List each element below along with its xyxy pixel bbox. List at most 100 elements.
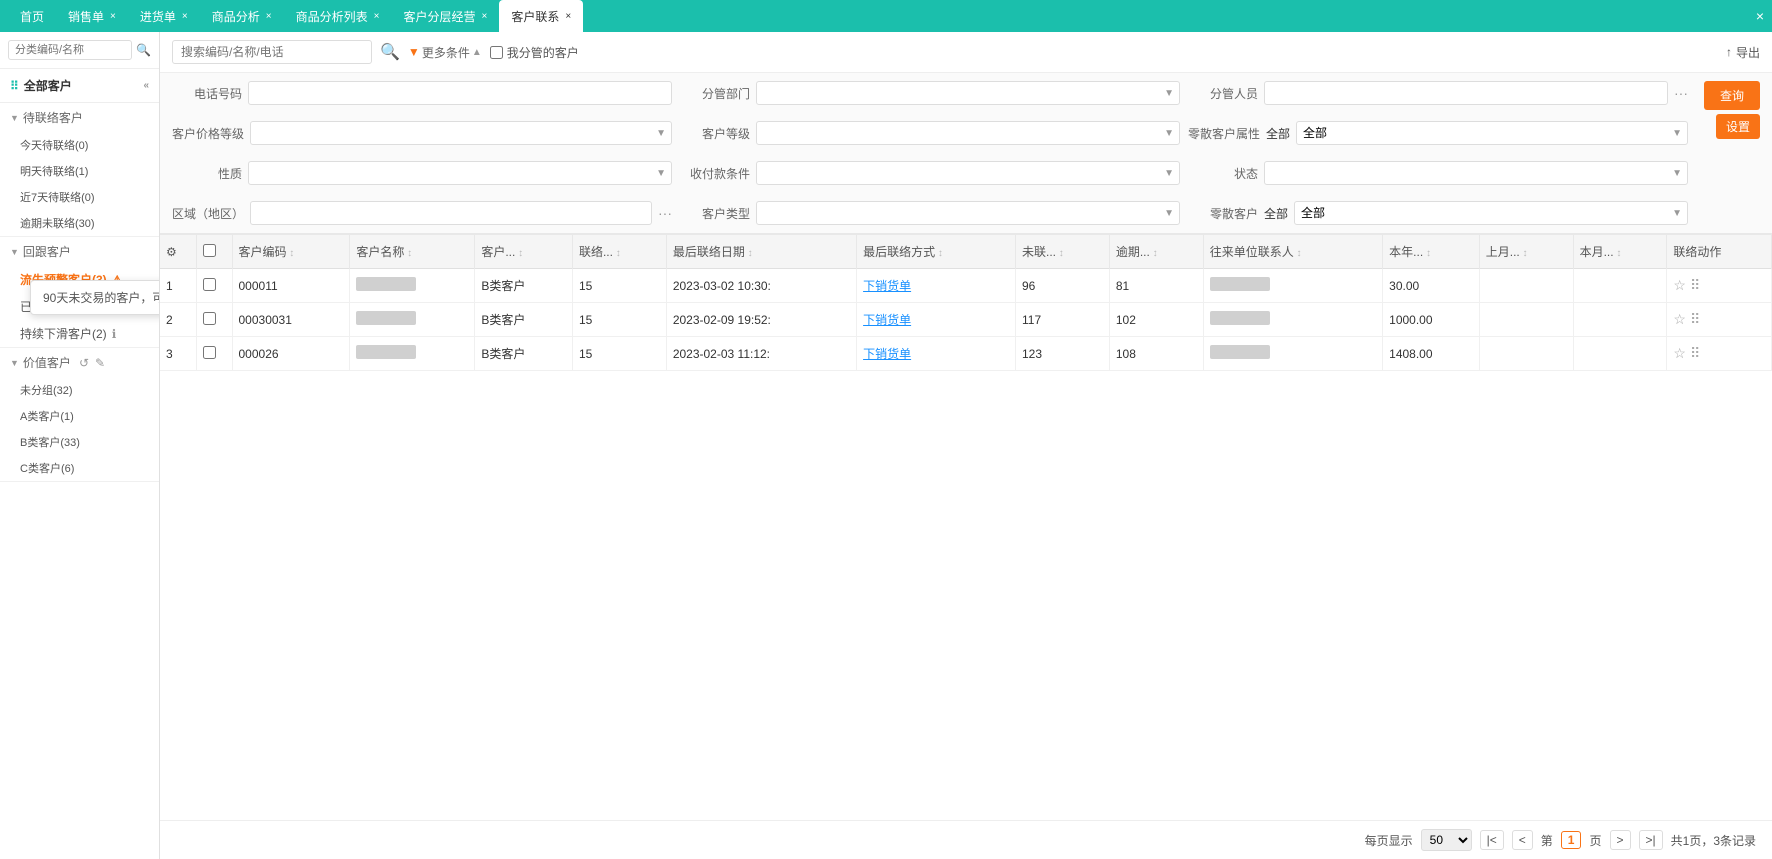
tab-home[interactable]: 首页 <box>8 0 56 32</box>
more-action-icon[interactable]: ⠿ <box>1690 345 1700 362</box>
col-code[interactable]: 客户编码 <box>232 235 350 269</box>
close-icon[interactable]: × <box>182 11 188 22</box>
sidebar-item-today[interactable]: 今天待联络(0) <box>0 132 159 158</box>
col-settings[interactable]: ⚙ <box>160 235 196 269</box>
filter-nature-select[interactable] <box>248 161 672 185</box>
more-action-icon[interactable]: ⠿ <box>1690 277 1700 294</box>
sidebar-item-a-class[interactable]: A类客户(1) <box>0 403 159 429</box>
my-customers-checkbox[interactable] <box>490 46 503 59</box>
pagination: 每页显示 50 20 100 |< < 第 1 页 > >| 共1页，3条记录 <box>160 820 1772 859</box>
per-page-select[interactable]: 50 20 100 <box>1421 829 1472 851</box>
sidebar-item-b-class[interactable]: B类客户(33) <box>0 429 159 455</box>
sidebar-item-overdue[interactable]: 逾期未联络(30) <box>0 210 159 236</box>
row-checkbox[interactable] <box>196 337 232 371</box>
contact-icon[interactable]: ☆ <box>1673 277 1686 294</box>
last-page-button[interactable]: >| <box>1639 830 1663 850</box>
sidebar-group-value-title[interactable]: ▼ 价值客户 ↺ ✎ <box>0 348 159 377</box>
row-checkbox[interactable] <box>196 269 232 303</box>
filter-phone: 电话号码 <box>172 81 672 105</box>
col-un-contact[interactable]: 未联... <box>1016 235 1110 269</box>
more-conditions-btn[interactable]: ▼ 更多条件 ▲ <box>408 44 482 61</box>
filter-region-input[interactable] <box>250 201 652 225</box>
close-icon[interactable]: × <box>110 11 116 22</box>
col-name[interactable]: 客户名称 <box>350 235 475 269</box>
filter-dept: 分管部门 ▼ <box>680 81 1180 105</box>
sidebar-group-returning-title[interactable]: ▼ 回跟客户 <box>0 237 159 266</box>
tab-analysis[interactable]: 商品分析 × <box>200 0 284 32</box>
refresh-icon[interactable]: ↺ <box>79 356 89 370</box>
col-this-year[interactable]: 本年... <box>1383 235 1480 269</box>
filter-customer-type-select[interactable] <box>756 201 1180 225</box>
col-last-method[interactable]: 最后联络方式 <box>857 235 1016 269</box>
sidebar-item-c-class[interactable]: C类客户(6) <box>0 455 159 481</box>
sidebar-item-ungroup[interactable]: 未分组(32) <box>0 377 159 403</box>
col-type[interactable]: 客户... <box>475 235 573 269</box>
settings-button[interactable]: 设置 <box>1716 114 1760 139</box>
filter-status: 状态 ▼ <box>1188 161 1688 185</box>
tab-sales[interactable]: 销售单 × <box>56 0 128 32</box>
more-action-icon[interactable]: ⠿ <box>1690 311 1700 328</box>
sidebar-group-pending-title[interactable]: ▼ 待联络客户 <box>0 103 159 132</box>
all-customers-header[interactable]: ⠿ 全部客户 « <box>0 69 159 103</box>
first-page-button[interactable]: |< <box>1480 830 1504 850</box>
sidebar-item-declining[interactable]: 持续下滑客户(2) ℹ <box>0 320 159 347</box>
export-icon: ↑ <box>1726 45 1732 59</box>
col-last-month[interactable]: 上月... <box>1479 235 1573 269</box>
search-button[interactable]: 🔍 <box>380 42 400 62</box>
col-overdue[interactable]: 逾期... <box>1109 235 1203 269</box>
query-button[interactable]: 查询 <box>1704 81 1760 110</box>
collapse-icon[interactable]: « <box>143 80 149 91</box>
info-icon: ℹ <box>112 327 117 341</box>
filter-zero-select[interactable]: 全部 <box>1294 201 1688 225</box>
close-icon[interactable]: × <box>481 11 487 22</box>
select-all-checkbox[interactable] <box>203 244 216 257</box>
next-page-button[interactable]: > <box>1610 830 1631 850</box>
filter-status-select[interactable] <box>1264 161 1688 185</box>
close-icon[interactable]: × <box>565 11 571 22</box>
filter-grade-select[interactable] <box>756 121 1180 145</box>
close-icon[interactable]: × <box>266 11 272 22</box>
tab-customer-contact[interactable]: 客户联系 × <box>499 0 583 32</box>
edit-icon[interactable]: ✎ <box>95 356 105 370</box>
sidebar-group-pending: ▼ 待联络客户 今天待联络(0) 明天待联络(1) 近7天待联络(0) 逾期未联… <box>0 103 159 237</box>
current-page: 1 <box>1561 831 1582 849</box>
prev-page-button[interactable]: < <box>1512 830 1533 850</box>
filter-zero-attr-select[interactable]: 全部 <box>1296 121 1688 145</box>
window-close-button[interactable]: × <box>1756 8 1764 24</box>
close-icon[interactable]: × <box>374 11 380 22</box>
row-last-method[interactable]: 下销货单 <box>857 337 1016 371</box>
tab-purchase[interactable]: 进货单 × <box>128 0 200 32</box>
row-index: 3 <box>160 337 196 371</box>
search-icon[interactable]: 🔍 <box>136 43 151 57</box>
filter-person-input[interactable] <box>1264 81 1668 105</box>
filter-dept-select[interactable] <box>756 81 1180 105</box>
contact-icon[interactable]: ☆ <box>1673 311 1686 328</box>
search-input[interactable] <box>172 40 372 64</box>
row-last-method[interactable]: 下销货单 <box>857 269 1016 303</box>
tab-customer-layer[interactable]: 客户分层经营 × <box>391 0 499 32</box>
row-un-contact: 123 <box>1016 337 1110 371</box>
row-checkbox[interactable] <box>196 303 232 337</box>
filter-payment-select[interactable] <box>756 161 1180 185</box>
row-code: 000011 <box>232 269 350 303</box>
my-customers-checkbox-label[interactable]: 我分管的客户 <box>490 44 579 61</box>
tab-analysis-list[interactable]: 商品分析列表 × <box>284 0 392 32</box>
table-row: 2 00030031 B类客户 15 2023-02-09 19:52: 下销货… <box>160 303 1772 337</box>
more-icon[interactable]: ··· <box>1674 85 1688 101</box>
filter-row-1: 电话号码 分管部门 ▼ 分管人员 <box>172 81 1688 105</box>
table-container: ⚙ 客户编码 客户名称 客户... 联络... 最后联络日期 最后联络方式 未联… <box>160 235 1772 820</box>
col-this-month[interactable]: 本月... <box>1573 235 1667 269</box>
sidebar-item-7days[interactable]: 近7天待联络(0) <box>0 184 159 210</box>
contact-icon[interactable]: ☆ <box>1673 345 1686 362</box>
filter-price-grade-select[interactable] <box>250 121 672 145</box>
export-button[interactable]: ↑ 导出 <box>1726 44 1760 61</box>
row-customer-type: B类客户 <box>475 303 573 337</box>
sidebar-search-input[interactable] <box>8 40 132 60</box>
col-contact[interactable]: 联络... <box>572 235 666 269</box>
col-last-date[interactable]: 最后联络日期 <box>666 235 856 269</box>
sidebar-item-tomorrow[interactable]: 明天待联络(1) <box>0 158 159 184</box>
row-last-method[interactable]: 下销货单 <box>857 303 1016 337</box>
col-contact-person[interactable]: 往来单位联系人 <box>1203 235 1382 269</box>
filter-phone-input[interactable] <box>248 81 672 105</box>
more-icon[interactable]: ··· <box>658 205 672 221</box>
